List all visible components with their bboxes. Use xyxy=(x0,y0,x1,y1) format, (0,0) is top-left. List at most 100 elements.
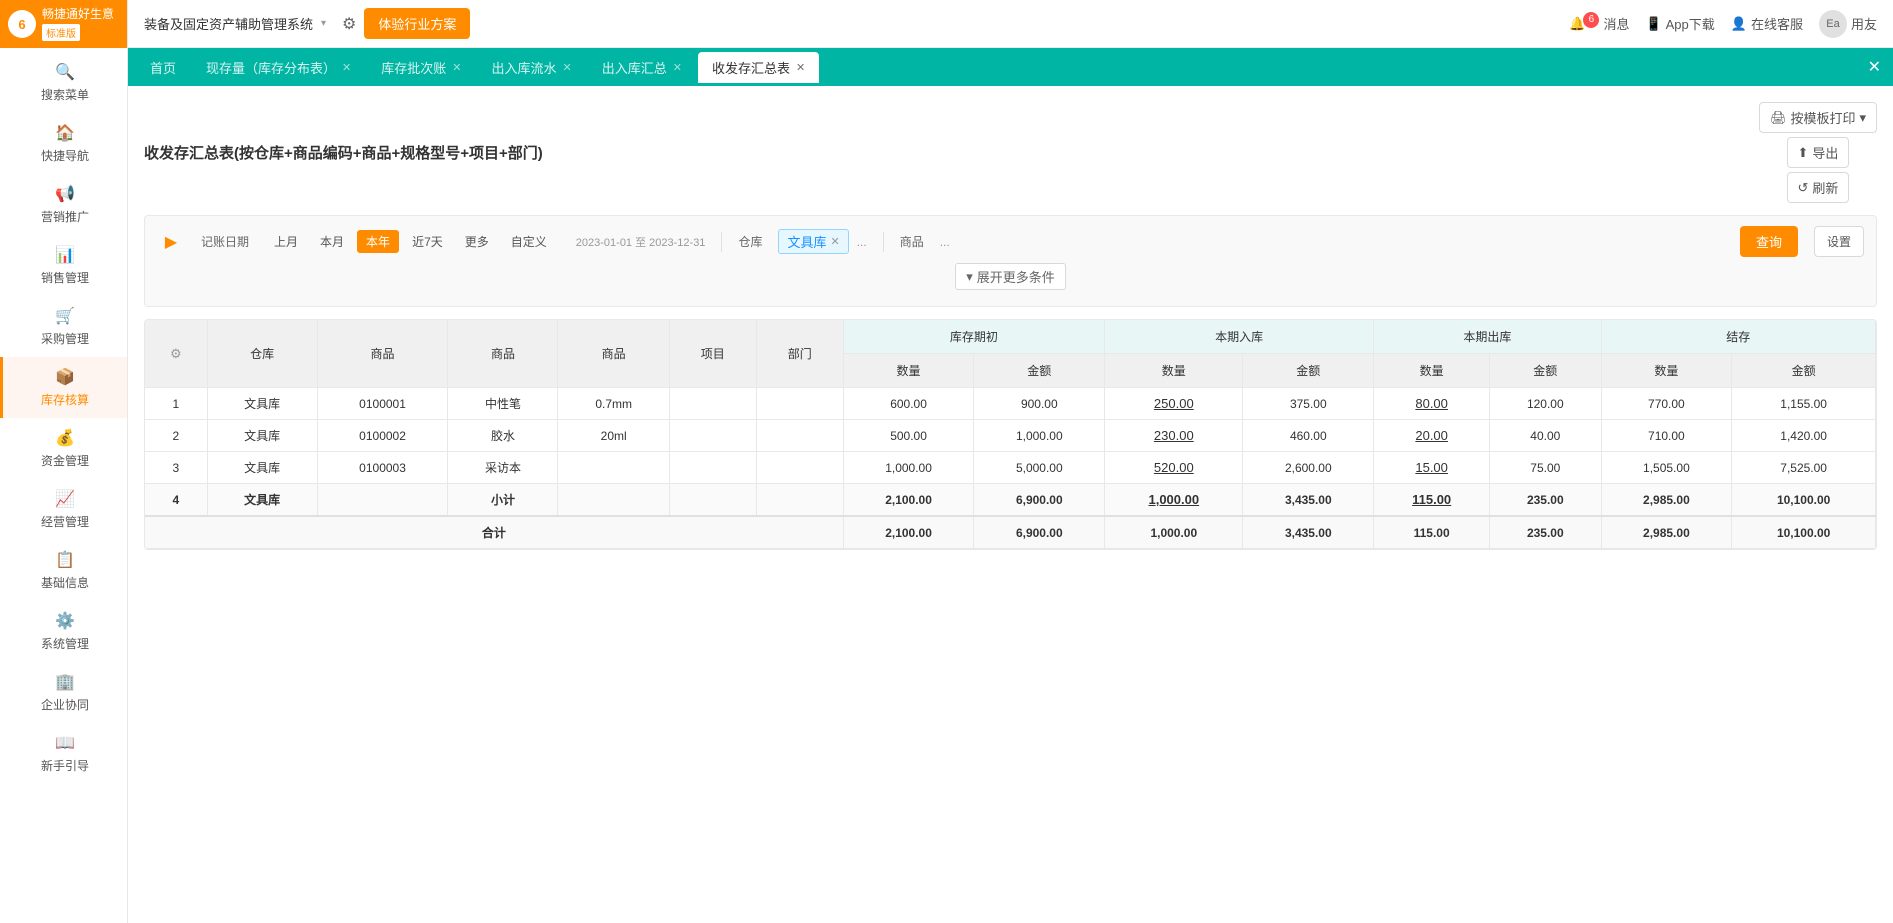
row-in-qty[interactable]: 250.00 xyxy=(1105,388,1243,420)
page-content: 收发存汇总表(按仓库+商品编码+商品+规格型号+项目+部门) 🖨 按模板打印 ▾… xyxy=(128,86,1893,923)
page-actions: 🖨 按模板打印 ▾ ⬆ 导出 ↺ 刷新 xyxy=(1759,102,1877,203)
row-index: 4 xyxy=(145,484,207,517)
warehouse-tag-close-icon[interactable]: ✕ xyxy=(830,235,839,248)
tab-close-batch[interactable]: ✕ xyxy=(452,61,461,74)
row-out-qty[interactable]: 15.00 xyxy=(1374,452,1490,484)
marketing-icon: 📢 xyxy=(55,184,75,204)
tab-receive-summary[interactable]: 收发存汇总表✕ xyxy=(698,52,819,83)
notification-action[interactable]: 🔔 6 消息 xyxy=(1569,14,1629,33)
purchase-icon: 🛒 xyxy=(55,306,75,326)
row-out-qty[interactable]: 115.00 xyxy=(1374,484,1490,517)
header-settings-icon[interactable]: ⚙ xyxy=(342,14,356,34)
phone-icon: 📱 xyxy=(1645,16,1661,32)
tab-in-out-summary[interactable]: 出入库汇总 ✕ xyxy=(588,52,696,83)
sidebar-item-guide[interactable]: 📖新手引导 xyxy=(0,723,127,784)
warehouse-more[interactable]: ... xyxy=(857,235,867,249)
row-out-qty[interactable]: 20.00 xyxy=(1374,420,1490,452)
tab-home[interactable]: 首页 xyxy=(136,52,190,83)
table-settings-icon[interactable]: ⚙ xyxy=(170,346,182,361)
tab-close-in-out-flow[interactable]: ✕ xyxy=(563,61,572,74)
row-in-qty-link[interactable]: 230.00 xyxy=(1154,428,1194,443)
sidebar-item-enterprise[interactable]: 🏢企业协同 xyxy=(0,662,127,723)
tab-label-stock-dist: 现存量（库存分布表） xyxy=(206,58,336,77)
row-in-qty[interactable]: 1,000.00 xyxy=(1105,484,1243,517)
row-in-qty[interactable]: 230.00 xyxy=(1105,420,1243,452)
online-service-action[interactable]: 👤 在线客服 xyxy=(1731,14,1803,33)
table-row: 3文具库0100003采访本1,000.005,000.00520.002,60… xyxy=(145,452,1876,484)
row-out-qty-link[interactable]: 15.00 xyxy=(1415,460,1448,475)
row-project xyxy=(669,388,756,420)
row-out-qty-link[interactable]: 115.00 xyxy=(1412,492,1451,507)
tab-close-stock-dist[interactable]: ✕ xyxy=(342,61,351,74)
export-button[interactable]: ⬆ 导出 xyxy=(1787,137,1850,168)
date-btn-prev-month[interactable]: 上月 xyxy=(265,230,307,253)
row-in-qty-link[interactable]: 1,000.00 xyxy=(1148,492,1199,507)
sidebar-item-quick-nav[interactable]: 🏠快捷导航 xyxy=(0,113,127,174)
tab-label-in-out-summary: 出入库汇总 xyxy=(602,58,667,77)
table-row: 4文具库小计2,100.006,900.001,000.003,435.0011… xyxy=(145,484,1876,517)
filter-toggle-button[interactable]: ▶ xyxy=(157,228,185,256)
print-button[interactable]: 🖨 按模板打印 ▾ xyxy=(1759,102,1877,133)
product-more[interactable]: ... xyxy=(940,235,950,249)
row-in-qty-link[interactable]: 520.00 xyxy=(1154,460,1194,475)
total-label: 合计 xyxy=(145,516,843,549)
page-title-row: 收发存汇总表(按仓库+商品编码+商品+规格型号+项目+部门) 🖨 按模板打印 ▾… xyxy=(144,102,1877,203)
total-out-qty: 115.00 xyxy=(1374,516,1490,549)
total-opening-amount: 6,900.00 xyxy=(974,516,1105,549)
sidebar-item-marketing[interactable]: 📢 营销推广 xyxy=(0,174,127,235)
chevron-down-icon: ▾ xyxy=(966,269,973,285)
sidebar-label-marketing: 营销推广 xyxy=(41,208,89,225)
sidebar-item-basic[interactable]: 📋基础信息 xyxy=(0,540,127,601)
row-in-qty-link[interactable]: 250.00 xyxy=(1154,396,1194,411)
col-project-header: 项目 xyxy=(669,320,756,388)
row-out-qty[interactable]: 80.00 xyxy=(1374,388,1490,420)
col-settings-header[interactable]: ⚙ xyxy=(145,320,207,388)
sidebar-item-inventory[interactable]: 📦库存核算 xyxy=(0,357,127,418)
experience-button[interactable]: 体验行业方案 xyxy=(364,8,470,39)
tab-bar-close-icon[interactable]: ✕ xyxy=(1864,53,1885,81)
query-button[interactable]: 查询 xyxy=(1740,226,1798,257)
col-stockout-qty-header: 数量 xyxy=(1374,354,1490,388)
settings-button[interactable]: 设置 xyxy=(1814,226,1864,257)
user-action[interactable]: Ea 用友 xyxy=(1819,10,1877,38)
row-in-amount: 3,435.00 xyxy=(1243,484,1374,517)
row-out-qty-link[interactable]: 80.00 xyxy=(1415,396,1448,411)
row-product-code: 0100002 xyxy=(317,420,448,452)
tab-batch[interactable]: 库存批次账✕ xyxy=(367,52,475,83)
refresh-icon: ↺ xyxy=(1798,180,1809,196)
row-department xyxy=(756,484,843,517)
date-btn-more[interactable]: 更多 xyxy=(456,230,498,253)
finance-icon: 💰 xyxy=(55,428,75,448)
sidebar-label-inventory: 库存核算 xyxy=(41,391,89,408)
sidebar-item-finance[interactable]: 💰资金管理 xyxy=(0,418,127,479)
search-icon: 🔍 xyxy=(55,62,75,82)
sidebar-item-system[interactable]: ⚙️系统管理 xyxy=(0,601,127,662)
row-opening-amount: 6,900.00 xyxy=(974,484,1105,517)
sidebar-item-sales[interactable]: 📊销售管理 xyxy=(0,235,127,296)
page-title: 收发存汇总表(按仓库+商品编码+商品+规格型号+项目+部门) xyxy=(144,142,543,163)
date-btn-this-month[interactable]: 本月 xyxy=(311,230,353,253)
date-btn-custom[interactable]: 自定义 xyxy=(502,230,556,253)
warehouse-tag[interactable]: 文具库 ✕ xyxy=(778,229,848,254)
sidebar-item-search[interactable]: 🔍搜索菜单 xyxy=(0,52,127,113)
row-out-qty-link[interactable]: 20.00 xyxy=(1415,428,1448,443)
page-inner: 收发存汇总表(按仓库+商品编码+商品+规格型号+项目+部门) 🖨 按模板打印 ▾… xyxy=(128,86,1893,923)
tab-close-receive-summary[interactable]: ✕ xyxy=(796,61,805,74)
row-index: 3 xyxy=(145,452,207,484)
date-btn-7days[interactable]: 近7天 xyxy=(403,230,452,253)
tab-stock-dist[interactable]: 现存量（库存分布表） ✕ xyxy=(192,52,365,83)
tab-close-in-out-summary[interactable]: ✕ xyxy=(673,61,682,74)
app-download-action[interactable]: 📱 App下载 xyxy=(1645,14,1714,33)
refresh-button[interactable]: ↺ 刷新 xyxy=(1787,172,1850,203)
sidebar-item-operation[interactable]: 📈经营管理 xyxy=(0,479,127,540)
expand-more-button[interactable]: ▾ 展开更多条件 xyxy=(955,263,1066,290)
date-btn-this-year[interactable]: 本年 xyxy=(357,230,399,253)
tab-in-out-flow[interactable]: 出入库流水✕ xyxy=(477,52,585,83)
row-in-qty[interactable]: 520.00 xyxy=(1105,452,1243,484)
row-warehouse: 文具库 xyxy=(207,452,317,484)
dropdown-arrow-icon[interactable]: ▾ xyxy=(321,18,326,29)
sidebar-label-operation: 经营管理 xyxy=(41,513,89,530)
col-closing-amount-header: 金额 xyxy=(1732,354,1876,388)
sidebar-item-purchase[interactable]: 🛒采购管理 xyxy=(0,296,127,357)
col-stockin-header: 本期入库 xyxy=(1105,320,1374,354)
